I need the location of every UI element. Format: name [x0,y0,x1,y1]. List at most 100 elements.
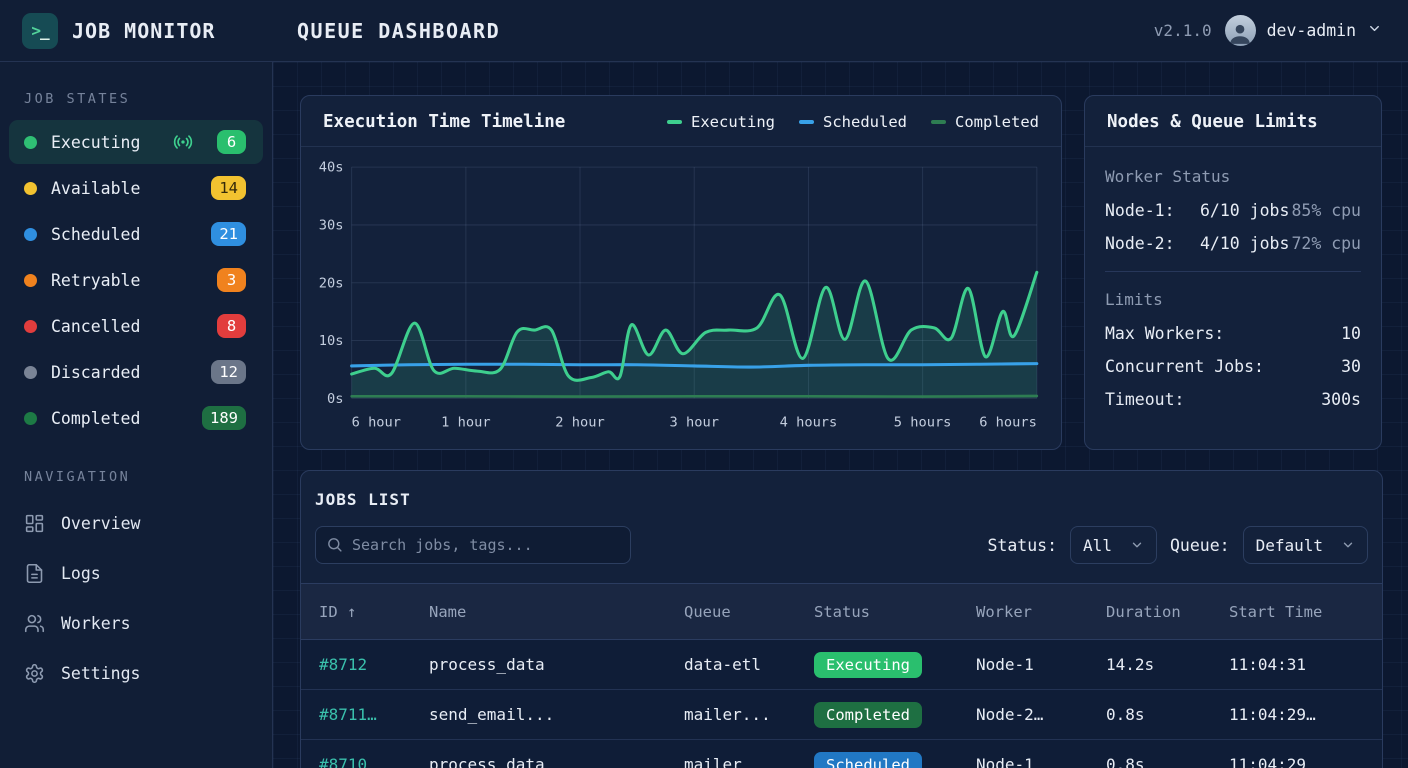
job-id-link[interactable]: #8710 [319,755,429,768]
sidebar-item-completed[interactable]: Completed 189 [9,396,263,440]
search-box [315,526,631,564]
jobs-table: ID ↑ Name Queue Status Worker Duration S… [301,583,1382,768]
column-header-queue[interactable]: Queue [684,603,814,621]
svg-text:30s: 30s [319,218,344,234]
count-badge: 6 [217,130,246,154]
job-id-link[interactable]: #8712 [319,655,429,674]
timeline-panel: Execution Time Timeline Executing Schedu… [300,95,1062,450]
table-header-row: ID ↑ Name Queue Status Worker Duration S… [301,583,1382,640]
svg-text:6 hours: 6 hours [979,415,1037,431]
status-filter-select[interactable]: All [1070,526,1157,564]
table-row[interactable]: #8712 process_data data-etl Executing No… [301,640,1382,690]
gear-icon [25,663,44,683]
version-label: v2.1.0 [1153,21,1212,40]
svg-text:40s: 40s [319,160,344,176]
node-status-row: Node-1: 6/10 jobs 85% cpu [1105,201,1361,220]
job-queue: data-etl [684,655,762,674]
app-header: > _ JOB MONITOR QUEUE DASHBOARD v2.1.0 de… [0,0,1408,62]
avatar [1224,15,1256,46]
job-id-link[interactable]: #8711… [319,705,429,724]
sidebar-item-cancelled[interactable]: Cancelled 8 [9,304,263,348]
svg-text:4 hours: 4 hours [780,415,838,431]
job-states-section-label: JOB STATES [24,91,131,107]
job-duration: 0.8s [1106,705,1145,724]
search-input[interactable] [315,526,631,564]
timeline-chart: 0s 10s 20s 30s 40s 6 hour 1 hour 2 hour 3 hour 4 … [319,160,1039,431]
main-content: Execution Time Timeline Executing Schedu… [273,62,1408,768]
svg-text:10s: 10s [319,333,344,349]
job-queue: mailer... [684,705,771,724]
count-badge: 189 [202,406,246,430]
grid-icon [25,514,44,532]
count-badge: 14 [211,176,246,200]
queue-filter-select[interactable]: Default [1242,526,1368,564]
legend-item-executing[interactable]: Executing [667,113,775,131]
column-header-status[interactable]: Status [814,603,976,621]
sidebar-item-overview[interactable]: Overview [0,498,272,548]
document-icon [26,563,43,583]
count-badge: 12 [211,360,246,384]
node-status-row: Node-2: 4/10 jobs 72% cpu [1105,234,1361,253]
job-queue: mailer [684,755,742,768]
job-duration: 14.2s [1106,655,1155,674]
status-badge: Completed [814,701,922,728]
status-dot [24,319,37,333]
sidebar-item-executing[interactable]: Executing 6 [9,120,263,164]
job-start-time: 11:04:31 [1229,655,1307,674]
limit-row: Timeout: 300s [1105,390,1361,409]
nodes-panel: Nodes & Queue Limits Worker Status Node-… [1084,95,1382,450]
sidebar: JOB STATES Executing 6 Available 14 Sche… [0,62,273,768]
sidebar-item-workers[interactable]: Workers [0,598,272,648]
svg-text:5 hours: 5 hours [894,415,952,431]
user-menu[interactable]: dev-admin [1224,15,1382,46]
users-icon [24,614,45,632]
sidebar-item-retryable[interactable]: Retryable 3 [9,258,263,302]
status-dot [24,227,37,241]
sidebar-item-discarded[interactable]: Discarded 12 [9,350,263,394]
timeline-panel-header: Execution Time Timeline Executing Schedu… [301,96,1061,147]
status-filter-label: Status: [987,535,1058,555]
header-right: v2.1.0 dev-admin [1154,15,1408,46]
sidebar-item-scheduled[interactable]: Scheduled 21 [9,212,263,256]
job-duration: 0.8s [1106,755,1145,768]
svg-text:20s: 20s [319,275,344,291]
table-row[interactable]: #8711… send_email... mailer... Completed… [301,690,1382,740]
sidebar-item-settings[interactable]: Settings [0,648,272,698]
divider [1105,271,1361,272]
sidebar-item-available[interactable]: Available 14 [9,166,263,210]
column-header-name[interactable]: Name [429,603,684,621]
navigation-section-label: NAVIGATION [24,469,131,485]
column-header-worker[interactable]: Worker [976,603,1106,621]
legend-dash [667,120,682,124]
legend-item-scheduled[interactable]: Scheduled [799,113,907,131]
column-header-start-time[interactable]: Start Time [1229,603,1364,621]
status-badge: Scheduled [814,751,922,768]
job-start-time: 11:04:29 [1229,755,1307,768]
svg-text:3 hour: 3 hour [670,415,719,431]
column-header-duration[interactable]: Duration [1106,603,1229,621]
svg-text:6 hour: 6 hour [352,415,401,431]
job-worker: Node-2… [976,705,1044,724]
timeline-chart-area: 0s 10s 20s 30s 40s 6 hour 1 hour 2 hour 3 hour 4 … [301,147,1061,437]
person-silhouette-icon [1230,24,1250,44]
count-badge: 3 [217,268,246,292]
column-header-id[interactable]: ID ↑ [319,603,429,621]
sidebar-item-logs[interactable]: Logs [0,548,272,598]
app-title: JOB MONITOR [72,18,216,43]
terminal-icon: > _ [22,12,58,49]
status-badge: Executing [814,651,922,678]
nodes-panel-header: Nodes & Queue Limits [1085,96,1381,147]
count-badge: 8 [217,314,246,338]
table-row[interactable]: #8710 process_data mailer Scheduled Node… [301,740,1382,768]
legend-dash [799,120,814,124]
legend-dash [931,120,946,124]
page-title: QUEUE DASHBOARD [297,18,501,43]
nodes-panel-body: Worker Status Node-1: 6/10 jobs 85% cpu … [1085,147,1381,409]
legend-item-completed[interactable]: Completed [931,113,1039,131]
brand: > _ JOB MONITOR [0,12,273,49]
job-worker: Node-1 [976,755,1034,768]
job-name: send_email... [429,705,555,724]
limits-label: Limits [1105,290,1163,309]
jobs-list-title: JOBS LIST [315,490,411,509]
status-dot [24,411,37,425]
